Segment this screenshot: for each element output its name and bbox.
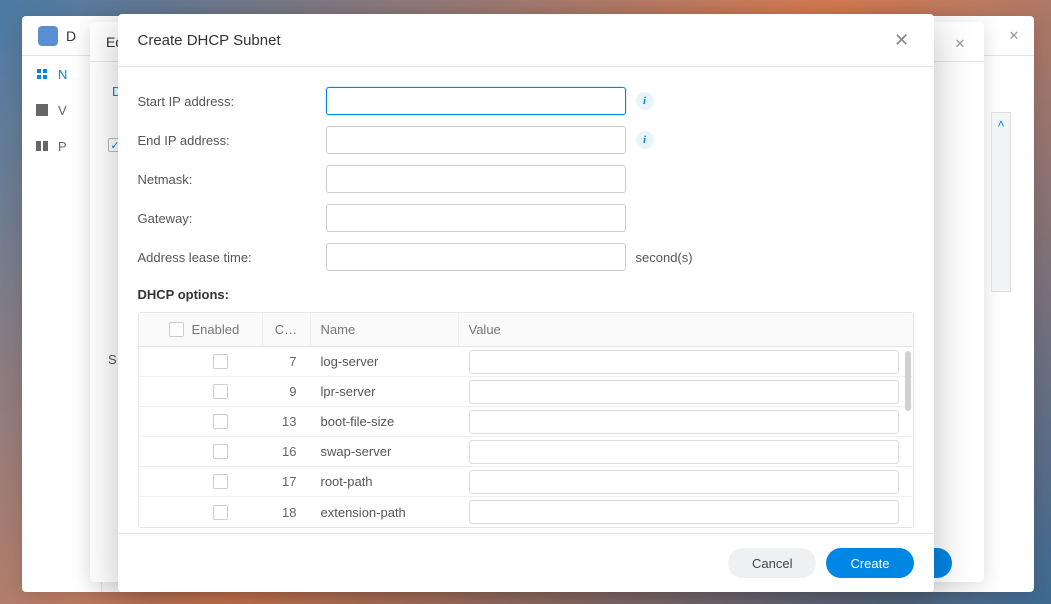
option-name: log-server [311,347,459,376]
option-value-cell [459,347,913,376]
col-name[interactable]: Name [311,313,459,346]
table-row: 7log-server [139,347,913,377]
option-checkbox[interactable] [213,444,228,459]
gateway-label: Gateway: [138,211,326,226]
option-name: extension-path [311,497,459,527]
option-enabled-cell [139,497,263,527]
option-value-cell [459,407,913,436]
modal-footer: Cancel Create [118,533,934,592]
option-name: swap-server [311,437,459,466]
option-value-cell [459,377,913,406]
cancel-button[interactable]: Cancel [728,548,816,578]
option-enabled-cell [139,407,263,436]
close-icon: ✕ [894,30,909,51]
end-ip-input[interactable] [326,126,626,154]
option-code: 16 [263,437,311,466]
option-name: boot-file-size [311,407,459,436]
lease-time-unit: second(s) [636,250,693,265]
col-enabled[interactable]: Enabled [139,313,263,346]
lease-time-label: Address lease time: [138,250,326,265]
option-checkbox[interactable] [213,474,228,489]
lease-time-row: Address lease time: second(s) [138,243,914,271]
option-value-input[interactable] [469,440,899,464]
info-icon[interactable]: i [636,92,654,110]
start-ip-input[interactable] [326,87,626,115]
lease-time-input[interactable] [326,243,626,271]
modal-header: Create DHCP Subnet ✕ [118,14,934,67]
gateway-row: Gateway: [138,204,914,232]
table-row: 17root-path [139,467,913,497]
option-enabled-cell [139,377,263,406]
scrollbar-thumb[interactable] [905,351,911,411]
col-value[interactable]: Value [459,313,913,346]
option-name: lpr-server [311,377,459,406]
option-value-input[interactable] [469,350,899,374]
close-button[interactable]: ✕ [890,28,914,52]
option-enabled-cell [139,437,263,466]
option-value-cell [459,497,913,527]
option-checkbox[interactable] [213,384,228,399]
create-button[interactable]: Create [826,548,913,578]
options-header-row: Enabled C… Name Value [139,313,913,347]
option-value-input[interactable] [469,500,899,524]
table-row: 18extension-path [139,497,913,527]
netmask-row: Netmask: [138,165,914,193]
table-row: 13boot-file-size [139,407,913,437]
option-code: 9 [263,377,311,406]
table-row: 16swap-server [139,437,913,467]
modal-title: Create DHCP Subnet [138,32,281,49]
end-ip-label: End IP address: [138,133,326,148]
start-ip-row: Start IP address: i [138,87,914,115]
netmask-label: Netmask: [138,172,326,187]
option-value-input[interactable] [469,470,899,494]
create-dhcp-subnet-dialog: Create DHCP Subnet ✕ Start IP address: i… [118,14,934,592]
modal-body: Start IP address: i End IP address: i Ne… [118,67,934,533]
option-value-cell [459,467,913,496]
option-checkbox[interactable] [213,354,228,369]
option-code: 18 [263,497,311,527]
option-checkbox[interactable] [213,414,228,429]
option-enabled-cell [139,467,263,496]
start-ip-label: Start IP address: [138,94,326,109]
netmask-input[interactable] [326,165,626,193]
option-code: 13 [263,407,311,436]
table-row: 9lpr-server [139,377,913,407]
option-code: 7 [263,347,311,376]
option-checkbox[interactable] [213,505,228,520]
option-enabled-cell [139,347,263,376]
dhcp-options-title: DHCP options: [138,287,914,302]
modal-backdrop: Create DHCP Subnet ✕ Start IP address: i… [0,0,1051,604]
option-value-input[interactable] [469,410,899,434]
gateway-input[interactable] [326,204,626,232]
options-body[interactable]: 7log-server9lpr-server13boot-file-size16… [139,347,913,527]
option-value-input[interactable] [469,380,899,404]
option-name: root-path [311,467,459,496]
col-code[interactable]: C… [263,313,311,346]
select-all-checkbox[interactable] [169,322,184,337]
option-value-cell [459,437,913,466]
info-icon[interactable]: i [636,131,654,149]
end-ip-row: End IP address: i [138,126,914,154]
dhcp-options-table: Enabled C… Name Value 7log-server9lpr-se… [138,312,914,528]
option-code: 17 [263,467,311,496]
